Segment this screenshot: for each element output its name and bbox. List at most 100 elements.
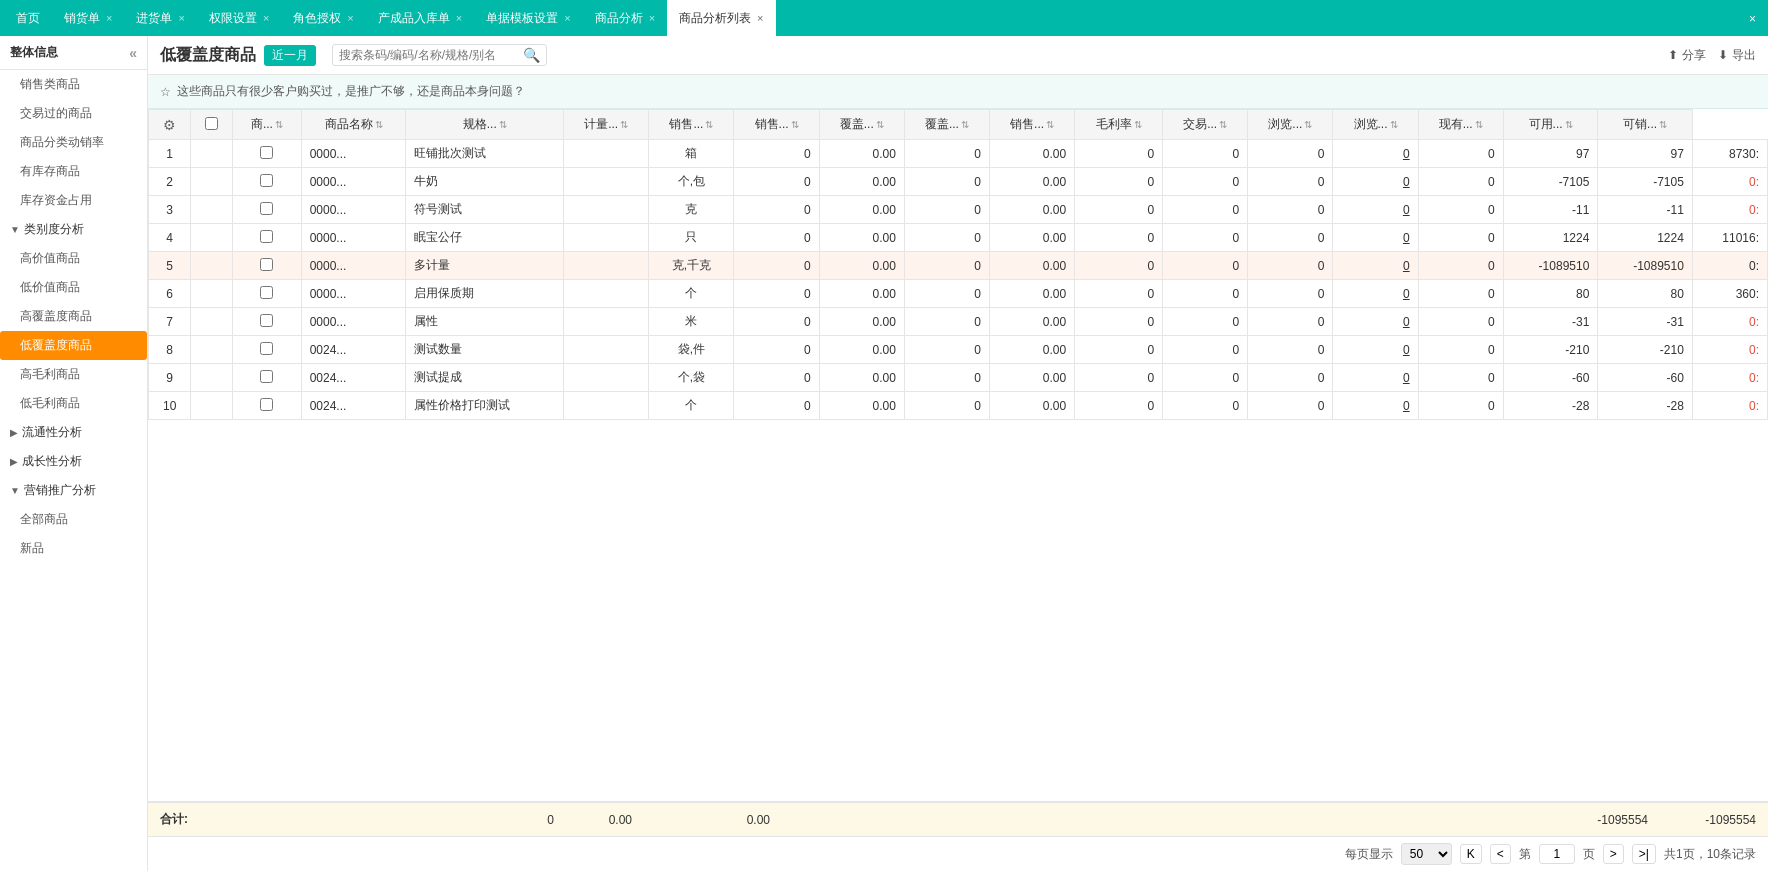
row-checkbox[interactable] bbox=[260, 314, 273, 327]
close-analysis-list-tab[interactable]: × bbox=[757, 12, 763, 24]
sidebar-item-high-coverage[interactable]: 高覆盖度商品 bbox=[0, 302, 147, 331]
close-all-button[interactable]: × bbox=[1737, 9, 1768, 27]
browse1-cell[interactable]: 0 bbox=[1333, 224, 1418, 252]
table-row[interactable]: 4 0000... 眠宝公仔 只 0 0.00 0 0.00 0 0 0 0 0… bbox=[149, 224, 1768, 252]
checkbox-cell[interactable] bbox=[233, 308, 301, 336]
data-table-container[interactable]: ⚙ 商...⇅ 商品名称⇅ 规格...⇅ 计量...⇅ 销售...⇅ 销售...… bbox=[148, 109, 1768, 801]
nav-tab-template[interactable]: 单据模板设置 × bbox=[474, 0, 582, 36]
available-column-header[interactable]: 可用...⇅ bbox=[1503, 110, 1598, 140]
browse1-cell[interactable]: 0 bbox=[1333, 308, 1418, 336]
spec-column-header[interactable]: 规格...⇅ bbox=[406, 110, 564, 140]
table-row[interactable]: 2 0000... 牛奶 个,包 0 0.00 0 0.00 0 0 0 0 0… bbox=[149, 168, 1768, 196]
row-checkbox[interactable] bbox=[260, 398, 273, 411]
sidebar-item-sales-goods[interactable]: 销售类商品 bbox=[0, 70, 147, 99]
coverage2-column-header[interactable]: 覆盖...⇅ bbox=[904, 110, 989, 140]
search-icon[interactable]: 🔍 bbox=[523, 47, 540, 63]
export-button[interactable]: ⬇ 导出 bbox=[1718, 47, 1756, 64]
checkbox-cell[interactable] bbox=[233, 168, 301, 196]
current-stock-column-header[interactable]: 现有...⇅ bbox=[1418, 110, 1503, 140]
coverage1-column-header[interactable]: 覆盖...⇅ bbox=[819, 110, 904, 140]
row-checkbox[interactable] bbox=[260, 286, 273, 299]
browse1-cell[interactable]: 0 bbox=[1333, 140, 1418, 168]
sidebar-group-marketing[interactable]: ▼ 营销推广分析 bbox=[0, 476, 147, 505]
browse2-column-header[interactable]: 浏览...⇅ bbox=[1333, 110, 1418, 140]
last-page-button[interactable]: >| bbox=[1632, 844, 1656, 864]
sidebar-item-high-value[interactable]: 高价值商品 bbox=[0, 244, 147, 273]
settings-column-header[interactable]: ⚙ bbox=[149, 110, 191, 140]
share-button[interactable]: ⬆ 分享 bbox=[1668, 47, 1706, 64]
sidebar-item-category-turnover[interactable]: 商品分类动销率 bbox=[0, 128, 147, 157]
table-row[interactable]: 5 0000... 多计量 克,千克 0 0.00 0 0.00 0 0 0 0… bbox=[149, 252, 1768, 280]
sidebar-item-high-margin[interactable]: 高毛利商品 bbox=[0, 360, 147, 389]
checkbox-column-header[interactable] bbox=[191, 110, 233, 140]
nav-tab-purchase[interactable]: 进货单 × bbox=[124, 0, 196, 36]
close-sales-tab[interactable]: × bbox=[106, 12, 112, 24]
table-row[interactable]: 10 0024... 属性价格打印测试 个 0 0.00 0 0.00 0 0 … bbox=[149, 392, 1768, 420]
gross-margin-column-header[interactable]: 毛利率⇅ bbox=[1075, 110, 1163, 140]
close-production-tab[interactable]: × bbox=[456, 12, 462, 24]
nav-tab-home[interactable]: 首页 bbox=[4, 0, 52, 36]
sales3-column-header[interactable]: 销售...⇅ bbox=[989, 110, 1074, 140]
nav-tab-production[interactable]: 产成品入库单 × bbox=[366, 0, 474, 36]
nav-tab-sales[interactable]: 销货单 × bbox=[52, 0, 124, 36]
sidebar-item-stock-capital[interactable]: 库存资金占用 bbox=[0, 186, 147, 215]
browse1-cell[interactable]: 0 bbox=[1333, 336, 1418, 364]
browse1-cell[interactable]: 0 bbox=[1333, 196, 1418, 224]
unit-column-header[interactable]: 计量...⇅ bbox=[564, 110, 649, 140]
row-checkbox[interactable] bbox=[260, 174, 273, 187]
checkbox-cell[interactable] bbox=[233, 336, 301, 364]
row-checkbox[interactable] bbox=[260, 230, 273, 243]
table-row[interactable]: 9 0024... 测试提成 个,袋 0 0.00 0 0.00 0 0 0 0… bbox=[149, 364, 1768, 392]
first-page-button[interactable]: K bbox=[1460, 844, 1482, 864]
browse1-cell[interactable]: 0 bbox=[1333, 252, 1418, 280]
checkbox-cell[interactable] bbox=[233, 140, 301, 168]
sidebar-item-traded-goods[interactable]: 交易过的商品 bbox=[0, 99, 147, 128]
table-row[interactable]: 3 0000... 符号测试 克 0 0.00 0 0.00 0 0 0 0 0… bbox=[149, 196, 1768, 224]
checkbox-cell[interactable] bbox=[233, 280, 301, 308]
checkbox-cell[interactable] bbox=[233, 252, 301, 280]
sales-amt-column-header[interactable]: 销售...⇅ bbox=[734, 110, 819, 140]
sidebar-item-all-goods[interactable]: 全部商品 bbox=[0, 505, 147, 534]
table-row[interactable]: 7 0000... 属性 米 0 0.00 0 0.00 0 0 0 0 0 -… bbox=[149, 308, 1768, 336]
sidebar-collapse-button[interactable]: « bbox=[129, 45, 137, 61]
close-roles-tab[interactable]: × bbox=[347, 12, 353, 24]
prev-page-button[interactable]: < bbox=[1490, 844, 1511, 864]
sellable-column-header[interactable]: 可销...⇅ bbox=[1598, 110, 1693, 140]
sidebar-item-new-goods[interactable]: 新品 bbox=[0, 534, 147, 563]
table-row[interactable]: 8 0024... 测试数量 袋,件 0 0.00 0 0.00 0 0 0 0… bbox=[149, 336, 1768, 364]
sidebar-group-category-analysis[interactable]: ▼ 类别度分析 bbox=[0, 215, 147, 244]
table-row[interactable]: 1 0000... 旺铺批次测试 箱 0 0.00 0 0.00 0 0 0 0… bbox=[149, 140, 1768, 168]
sidebar-item-low-value[interactable]: 低价值商品 bbox=[0, 273, 147, 302]
select-all-checkbox[interactable] bbox=[205, 117, 218, 130]
browse1-column-header[interactable]: 浏览...⇅ bbox=[1248, 110, 1333, 140]
sidebar-item-low-coverage[interactable]: 低覆盖度商品 bbox=[0, 331, 147, 360]
page-number-input[interactable] bbox=[1539, 844, 1575, 864]
browse1-cell[interactable]: 0 bbox=[1333, 392, 1418, 420]
sidebar-group-liquidity[interactable]: ▶ 流通性分析 bbox=[0, 418, 147, 447]
nav-tab-analysis-list[interactable]: 商品分析列表 × bbox=[667, 0, 775, 36]
close-template-tab[interactable]: × bbox=[564, 12, 570, 24]
name-column-header[interactable]: 商品名称⇅ bbox=[301, 110, 406, 140]
checkbox-cell[interactable] bbox=[233, 196, 301, 224]
browse1-cell[interactable]: 0 bbox=[1333, 168, 1418, 196]
checkbox-cell[interactable] bbox=[233, 392, 301, 420]
close-permissions-tab[interactable]: × bbox=[263, 12, 269, 24]
time-filter-button[interactable]: 近一月 bbox=[264, 45, 316, 66]
sidebar-item-low-margin[interactable]: 低毛利商品 bbox=[0, 389, 147, 418]
checkbox-cell[interactable] bbox=[233, 224, 301, 252]
search-input[interactable] bbox=[339, 48, 519, 62]
browse1-cell[interactable]: 0 bbox=[1333, 280, 1418, 308]
close-analysis-tab[interactable]: × bbox=[649, 12, 655, 24]
table-row[interactable]: 6 0000... 启用保质期 个 0 0.00 0 0.00 0 0 0 0 … bbox=[149, 280, 1768, 308]
nav-tab-roles[interactable]: 角色授权 × bbox=[281, 0, 365, 36]
row-checkbox[interactable] bbox=[260, 146, 273, 159]
row-checkbox[interactable] bbox=[260, 258, 273, 271]
row-checkbox[interactable] bbox=[260, 342, 273, 355]
trade-column-header[interactable]: 交易...⇅ bbox=[1163, 110, 1248, 140]
page-size-select[interactable]: 50 100 200 bbox=[1401, 843, 1452, 865]
nav-tab-analysis[interactable]: 商品分析 × bbox=[583, 0, 667, 36]
sidebar-group-growth[interactable]: ▶ 成长性分析 bbox=[0, 447, 147, 476]
next-page-button[interactable]: > bbox=[1603, 844, 1624, 864]
row-checkbox[interactable] bbox=[260, 202, 273, 215]
sales-qty-column-header[interactable]: 销售...⇅ bbox=[649, 110, 734, 140]
